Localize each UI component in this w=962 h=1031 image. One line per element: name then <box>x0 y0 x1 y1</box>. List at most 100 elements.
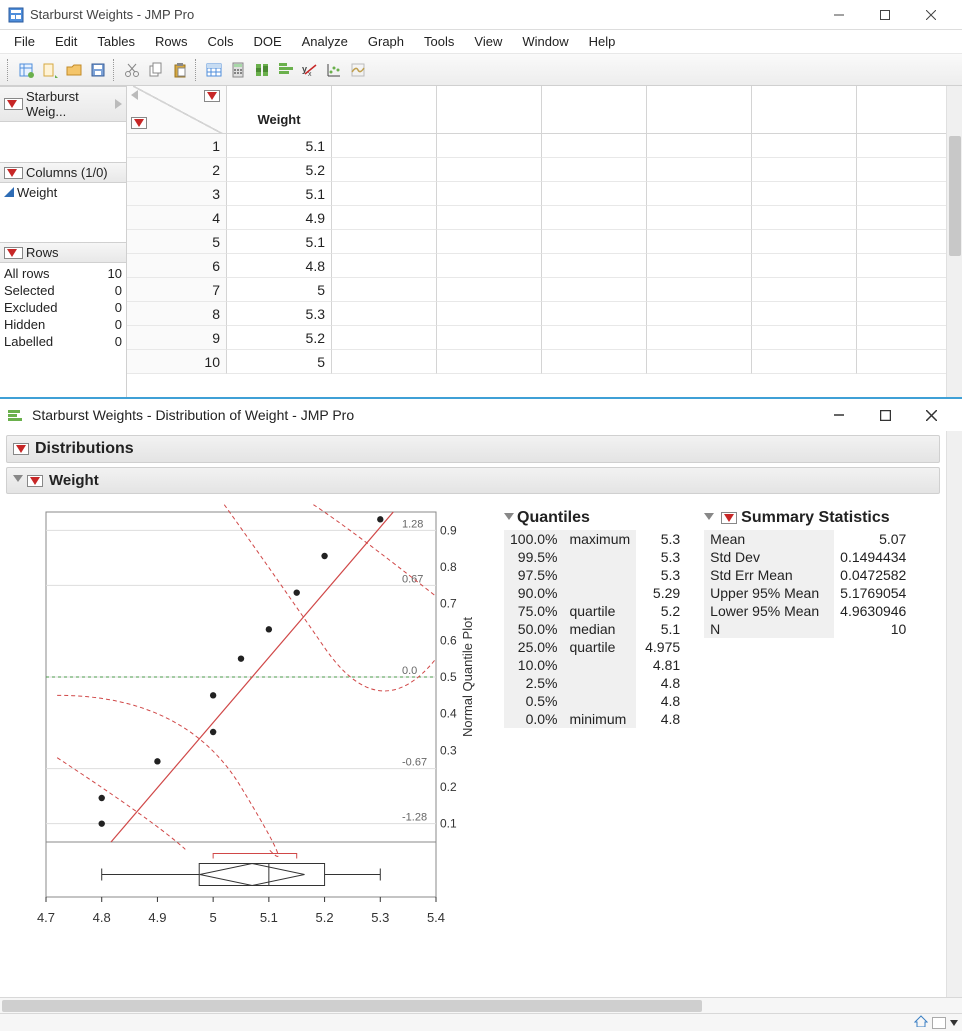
copy-icon[interactable] <box>145 59 167 81</box>
cell-empty[interactable] <box>542 134 647 158</box>
cell-empty[interactable] <box>752 206 857 230</box>
menu-help[interactable]: Help <box>579 32 626 51</box>
menu-edit[interactable]: Edit <box>45 32 87 51</box>
cell-empty[interactable] <box>332 230 437 254</box>
toolbar-grip[interactable] <box>7 59 11 81</box>
data-table-icon[interactable] <box>203 59 225 81</box>
red-triangle-icon[interactable] <box>13 443 29 455</box>
disclosure-icon[interactable] <box>504 513 514 524</box>
cell-empty[interactable] <box>647 182 752 206</box>
cell-empty[interactable] <box>332 326 437 350</box>
cell-empty[interactable] <box>752 134 857 158</box>
fit-model-icon[interactable]: yx <box>299 59 321 81</box>
cell-empty[interactable] <box>752 158 857 182</box>
table-row[interactable]: 25.2 <box>127 158 962 182</box>
column-item[interactable]: Weight <box>4 185 122 200</box>
cell[interactable]: 5.2 <box>227 326 332 350</box>
row-number[interactable]: 7 <box>127 278 227 302</box>
cell-empty[interactable] <box>752 254 857 278</box>
panel-rows[interactable]: Rows <box>0 242 126 263</box>
table-row[interactable]: 64.8 <box>127 254 962 278</box>
cell[interactable]: 5.1 <box>227 134 332 158</box>
cell-empty[interactable] <box>437 134 542 158</box>
menu-tables[interactable]: Tables <box>87 32 145 51</box>
cell-empty[interactable] <box>332 302 437 326</box>
row-number[interactable]: 5 <box>127 230 227 254</box>
row-stat[interactable]: Labelled0 <box>4 333 122 350</box>
row-number[interactable]: 3 <box>127 182 227 206</box>
cell[interactable]: 5.3 <box>227 302 332 326</box>
column-header-empty[interactable] <box>752 86 857 133</box>
column-header-empty[interactable] <box>332 86 437 133</box>
minimize-button[interactable] <box>816 0 862 30</box>
cell[interactable]: 4.9 <box>227 206 332 230</box>
cell-empty[interactable] <box>752 278 857 302</box>
red-triangle-icon[interactable] <box>4 247 23 259</box>
disclosure-icon[interactable] <box>704 513 714 524</box>
cell-empty[interactable] <box>437 206 542 230</box>
cell-empty[interactable] <box>542 158 647 182</box>
cell-empty[interactable] <box>647 254 752 278</box>
panel-table[interactable]: Starburst Weig... <box>0 86 126 122</box>
cell[interactable]: 5.2 <box>227 158 332 182</box>
table-row[interactable]: 105 <box>127 350 962 374</box>
back-icon[interactable] <box>131 90 138 100</box>
red-triangle-icon[interactable] <box>204 90 220 102</box>
dropdown-icon[interactable] <box>950 1020 958 1026</box>
cut-icon[interactable] <box>121 59 143 81</box>
cell-empty[interactable] <box>542 278 647 302</box>
table-row[interactable]: 75 <box>127 278 962 302</box>
minimize-button[interactable] <box>816 400 862 430</box>
cell-empty[interactable] <box>647 206 752 230</box>
cell-empty[interactable] <box>647 302 752 326</box>
menu-cols[interactable]: Cols <box>197 32 243 51</box>
horizontal-scrollbar[interactable] <box>0 997 962 1013</box>
cell-empty[interactable] <box>332 206 437 230</box>
open-icon[interactable] <box>63 59 85 81</box>
row-stat[interactable]: Excluded0 <box>4 299 122 316</box>
close-button[interactable] <box>908 0 954 30</box>
vertical-scrollbar[interactable] <box>946 431 962 997</box>
cell[interactable]: 5.1 <box>227 230 332 254</box>
cell-empty[interactable] <box>437 302 542 326</box>
row-stat[interactable]: Selected0 <box>4 282 122 299</box>
cell-empty[interactable] <box>437 326 542 350</box>
home-icon[interactable] <box>914 1015 928 1030</box>
menu-graph[interactable]: Graph <box>358 32 414 51</box>
cell-empty[interactable] <box>332 254 437 278</box>
row-stat[interactable]: All rows10 <box>4 265 122 282</box>
table-row[interactable]: 35.1 <box>127 182 962 206</box>
row-number[interactable]: 6 <box>127 254 227 278</box>
cell-empty[interactable] <box>437 254 542 278</box>
red-triangle-icon[interactable] <box>4 167 23 179</box>
cell-empty[interactable] <box>542 182 647 206</box>
menu-doe[interactable]: DOE <box>243 32 291 51</box>
cell-empty[interactable] <box>752 302 857 326</box>
menu-file[interactable]: File <box>4 32 45 51</box>
new-script-icon[interactable] <box>39 59 61 81</box>
cell-empty[interactable] <box>332 350 437 374</box>
cell-empty[interactable] <box>647 326 752 350</box>
cell-empty[interactable] <box>437 182 542 206</box>
cell-empty[interactable] <box>542 326 647 350</box>
cell-empty[interactable] <box>752 326 857 350</box>
red-triangle-icon[interactable] <box>4 98 23 110</box>
profiler-icon[interactable] <box>347 59 369 81</box>
row-number[interactable]: 9 <box>127 326 227 350</box>
table-row[interactable]: 44.9 <box>127 206 962 230</box>
cell-empty[interactable] <box>437 350 542 374</box>
cell-empty[interactable] <box>752 350 857 374</box>
close-button[interactable] <box>908 400 954 430</box>
red-triangle-icon[interactable] <box>27 475 43 487</box>
save-icon[interactable] <box>87 59 109 81</box>
cell-empty[interactable] <box>332 134 437 158</box>
cell-empty[interactable] <box>752 230 857 254</box>
menu-analyze[interactable]: Analyze <box>292 32 358 51</box>
cell-empty[interactable] <box>437 158 542 182</box>
disclosure-icon[interactable] <box>13 475 23 486</box>
menu-tools[interactable]: Tools <box>414 32 464 51</box>
cell-empty[interactable] <box>647 350 752 374</box>
cell-empty[interactable] <box>647 134 752 158</box>
cell[interactable]: 5 <box>227 278 332 302</box>
new-table-icon[interactable] <box>15 59 37 81</box>
